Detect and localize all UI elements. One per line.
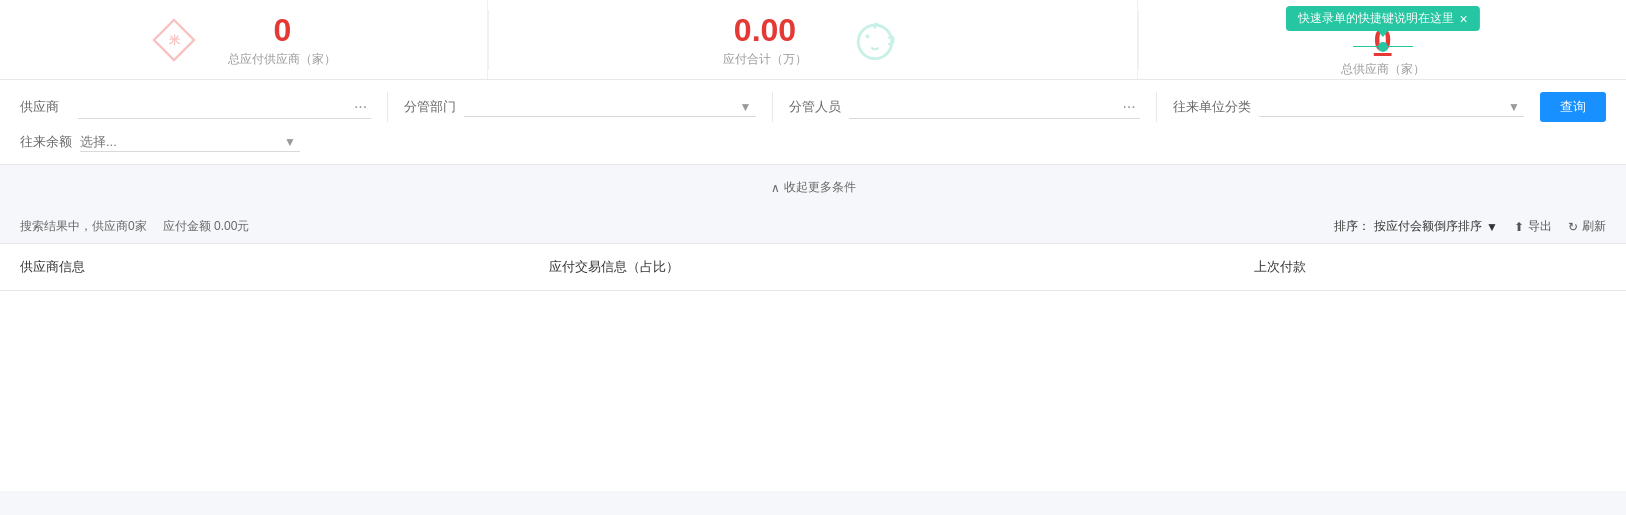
sort-label: 排序： [1334, 218, 1370, 235]
svg-text:米: 米 [168, 34, 181, 46]
balance-input[interactable] [80, 134, 280, 149]
export-label: 导出 [1528, 218, 1552, 235]
sort-value: 按应付会额倒序排序 [1374, 218, 1482, 235]
sort-button[interactable]: 排序： 按应付会额倒序排序 ▼ [1334, 218, 1498, 235]
category-label: 往来单位分类 [1173, 98, 1251, 116]
sort-arrow-icon: ▼ [1486, 220, 1498, 234]
total-supplier-label: 总供应商（家） [1341, 61, 1425, 78]
stats-bar: 米 0 总应付供应商（家） 0.00 应付合计（万） [0, 0, 1626, 80]
result-left: 搜索结果中，供应商0家 应付金额 0.00元 [20, 218, 249, 235]
balance-input-box[interactable]: ▼ [80, 132, 300, 152]
tooltip-text: 快速录单的快捷键说明在这里 [1298, 10, 1454, 27]
collapse-chevron-icon: ∧ [771, 181, 780, 195]
filter-manager: 分管人员 ··· [789, 96, 1140, 119]
refresh-label: 刷新 [1582, 218, 1606, 235]
manager-label: 分管人员 [789, 98, 841, 116]
filter-balance: 往来余额 ▼ [20, 132, 300, 152]
tooltip-close-btn[interactable]: × [1460, 12, 1468, 26]
filter-supplier: 供应商 ··· [20, 96, 371, 119]
export-button[interactable]: ⬆ 导出 [1514, 218, 1552, 235]
diamond-logo-icon: 米 [150, 16, 198, 64]
stat-total-supplier: 快速录单的快捷键说明在这里 × 0 总供应商（家） [1139, 0, 1626, 79]
col-supplier-header: 供应商信息 [20, 258, 549, 276]
manager-input-box[interactable]: ··· [849, 96, 1140, 119]
supplier-input[interactable] [78, 99, 350, 114]
collapse-button[interactable]: ∧ 收起更多条件 [751, 173, 876, 202]
query-button[interactable]: 查询 [1540, 92, 1606, 122]
department-input-box[interactable]: ▼ [464, 97, 755, 117]
stat-payable-total: 0.00 应付合计（万） [489, 0, 1139, 79]
filter-section: 供应商 ··· 分管部门 ▼ 分管人员 ··· 往来单位分 [0, 80, 1626, 165]
supplier-dots-icon[interactable]: ··· [350, 98, 371, 116]
category-input[interactable] [1259, 99, 1504, 114]
result-supplier-count: 搜索结果中，供应商0家 [20, 218, 147, 235]
filter-row-2: 往来余额 ▼ [20, 132, 1606, 152]
refresh-button[interactable]: ↻ 刷新 [1568, 218, 1606, 235]
department-input[interactable] [464, 99, 735, 114]
department-label: 分管部门 [404, 98, 456, 116]
department-arrow-icon[interactable]: ▼ [736, 100, 756, 114]
svg-point-2 [858, 25, 892, 59]
collapse-row: ∧ 收起更多条件 [0, 165, 1626, 210]
balance-arrow-icon[interactable]: ▼ [280, 135, 300, 149]
result-bar: 搜索结果中，供应商0家 应付金额 0.00元 排序： 按应付会额倒序排序 ▼ ⬆… [0, 210, 1626, 244]
manager-input[interactable] [849, 99, 1119, 114]
col-payment-header: 上次付款 [1254, 258, 1606, 276]
manager-dots-icon[interactable]: ··· [1118, 98, 1139, 116]
filter-row-1: 供应商 ··· 分管部门 ▼ 分管人员 ··· 往来单位分 [20, 92, 1606, 122]
filter-category: 往来单位分类 ▼ [1173, 97, 1524, 117]
svg-point-3 [866, 34, 870, 38]
supplier-input-box[interactable]: ··· [78, 96, 371, 119]
stat-payable-supplier: 米 0 总应付供应商（家） [0, 0, 488, 79]
piggy-icon [847, 12, 903, 68]
filter-department: 分管部门 ▼ [404, 97, 755, 117]
export-icon: ⬆ [1514, 220, 1524, 234]
refresh-icon: ↻ [1568, 220, 1578, 234]
payable-supplier-count: 0 [273, 11, 291, 49]
table-header: 供应商信息 应付交易信息（占比） 上次付款 [0, 244, 1626, 291]
category-arrow-icon[interactable]: ▼ [1504, 100, 1524, 114]
supplier-label: 供应商 [20, 98, 70, 116]
result-payable-amount: 应付金额 0.00元 [163, 218, 250, 235]
collapse-label: 收起更多条件 [784, 179, 856, 196]
category-input-box[interactable]: ▼ [1259, 97, 1524, 117]
col-transaction-header: 应付交易信息（占比） [549, 258, 1254, 276]
payable-total-count: 0.00 [734, 11, 796, 49]
table-body [0, 291, 1626, 491]
payable-total-label: 应付合计（万） [723, 51, 807, 68]
balance-label: 往来余额 [20, 133, 72, 151]
payable-supplier-label: 总应付供应商（家） [228, 51, 336, 68]
tooltip-bubble: 快速录单的快捷键说明在这里 × [1286, 6, 1480, 31]
result-right: 排序： 按应付会额倒序排序 ▼ ⬆ 导出 ↻ 刷新 [1334, 218, 1606, 235]
